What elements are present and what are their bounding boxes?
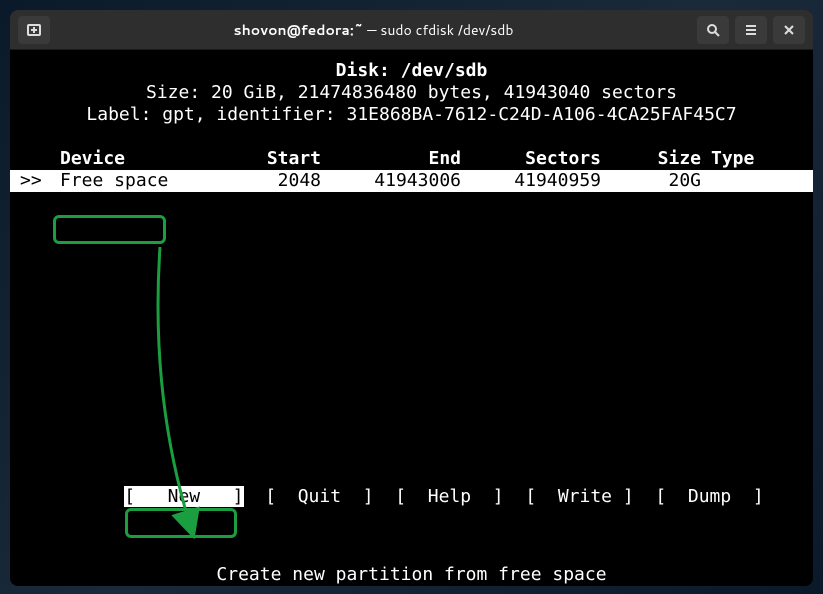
menu-dump[interactable]: [ Dump ]: [655, 486, 763, 507]
cell-size: 20G: [601, 170, 701, 192]
window-title: shovon@fedora:~ — sudo cfdisk /dev/sdb: [56, 20, 691, 40]
col-end-header: End: [321, 148, 461, 170]
disk-size-line: Size: 20 GiB, 21474836480 bytes, 4194304…: [10, 82, 813, 104]
col-device-header: Device: [10, 148, 210, 170]
title-prefix: shovon@fedora:~: [234, 20, 364, 40]
cell-start: 2048: [210, 170, 321, 192]
row-selector: >>: [20, 170, 42, 192]
menu-button[interactable]: [735, 16, 767, 44]
title-suffix: — sudo cfdisk /dev/sdb: [363, 20, 513, 40]
action-menu: [ New ] [ Quit ] [ Help ] [ Write ] [ Du…: [10, 464, 813, 530]
close-icon: [781, 22, 797, 38]
col-sectors-header: Sectors: [461, 148, 601, 170]
menu-new[interactable]: [ New ]: [124, 486, 243, 507]
col-size-header: Size: [601, 148, 701, 170]
hamburger-icon: [743, 22, 759, 38]
col-start-header: Start: [210, 148, 321, 170]
new-tab-icon: [26, 22, 42, 38]
search-icon: [705, 22, 721, 38]
titlebar: shovon@fedora:~ — sudo cfdisk /dev/sdb: [10, 10, 813, 50]
status-line: Create new partition from free space: [10, 564, 813, 586]
disk-header: Disk: /dev/sdb: [10, 60, 813, 82]
menu-quit[interactable]: [ Quit ]: [265, 486, 373, 507]
search-button[interactable]: [697, 16, 729, 44]
terminal-content[interactable]: Disk: /dev/sdb Size: 20 GiB, 21474836480…: [10, 50, 813, 586]
cell-end: 41943006: [321, 170, 461, 192]
col-type-header: Type: [701, 148, 813, 170]
cell-sectors: 41940959: [461, 170, 601, 192]
partition-table-header: Device Start End Sectors Size Type: [10, 148, 813, 170]
cell-type: [701, 170, 813, 192]
table-row[interactable]: >> Free space 2048 41943006 41940959 20G: [10, 170, 813, 192]
menu-help[interactable]: [ Help ]: [395, 486, 503, 507]
annotation-highlight-device: [53, 215, 166, 244]
terminal-window: shovon@fedora:~ — sudo cfdisk /dev/sdb D…: [10, 10, 813, 586]
disk-label-line: Label: gpt, identifier: 31E868BA-7612-C2…: [10, 104, 813, 126]
menu-write[interactable]: [ Write ]: [525, 486, 633, 507]
new-tab-button[interactable]: [18, 16, 50, 44]
close-button[interactable]: [773, 16, 805, 44]
